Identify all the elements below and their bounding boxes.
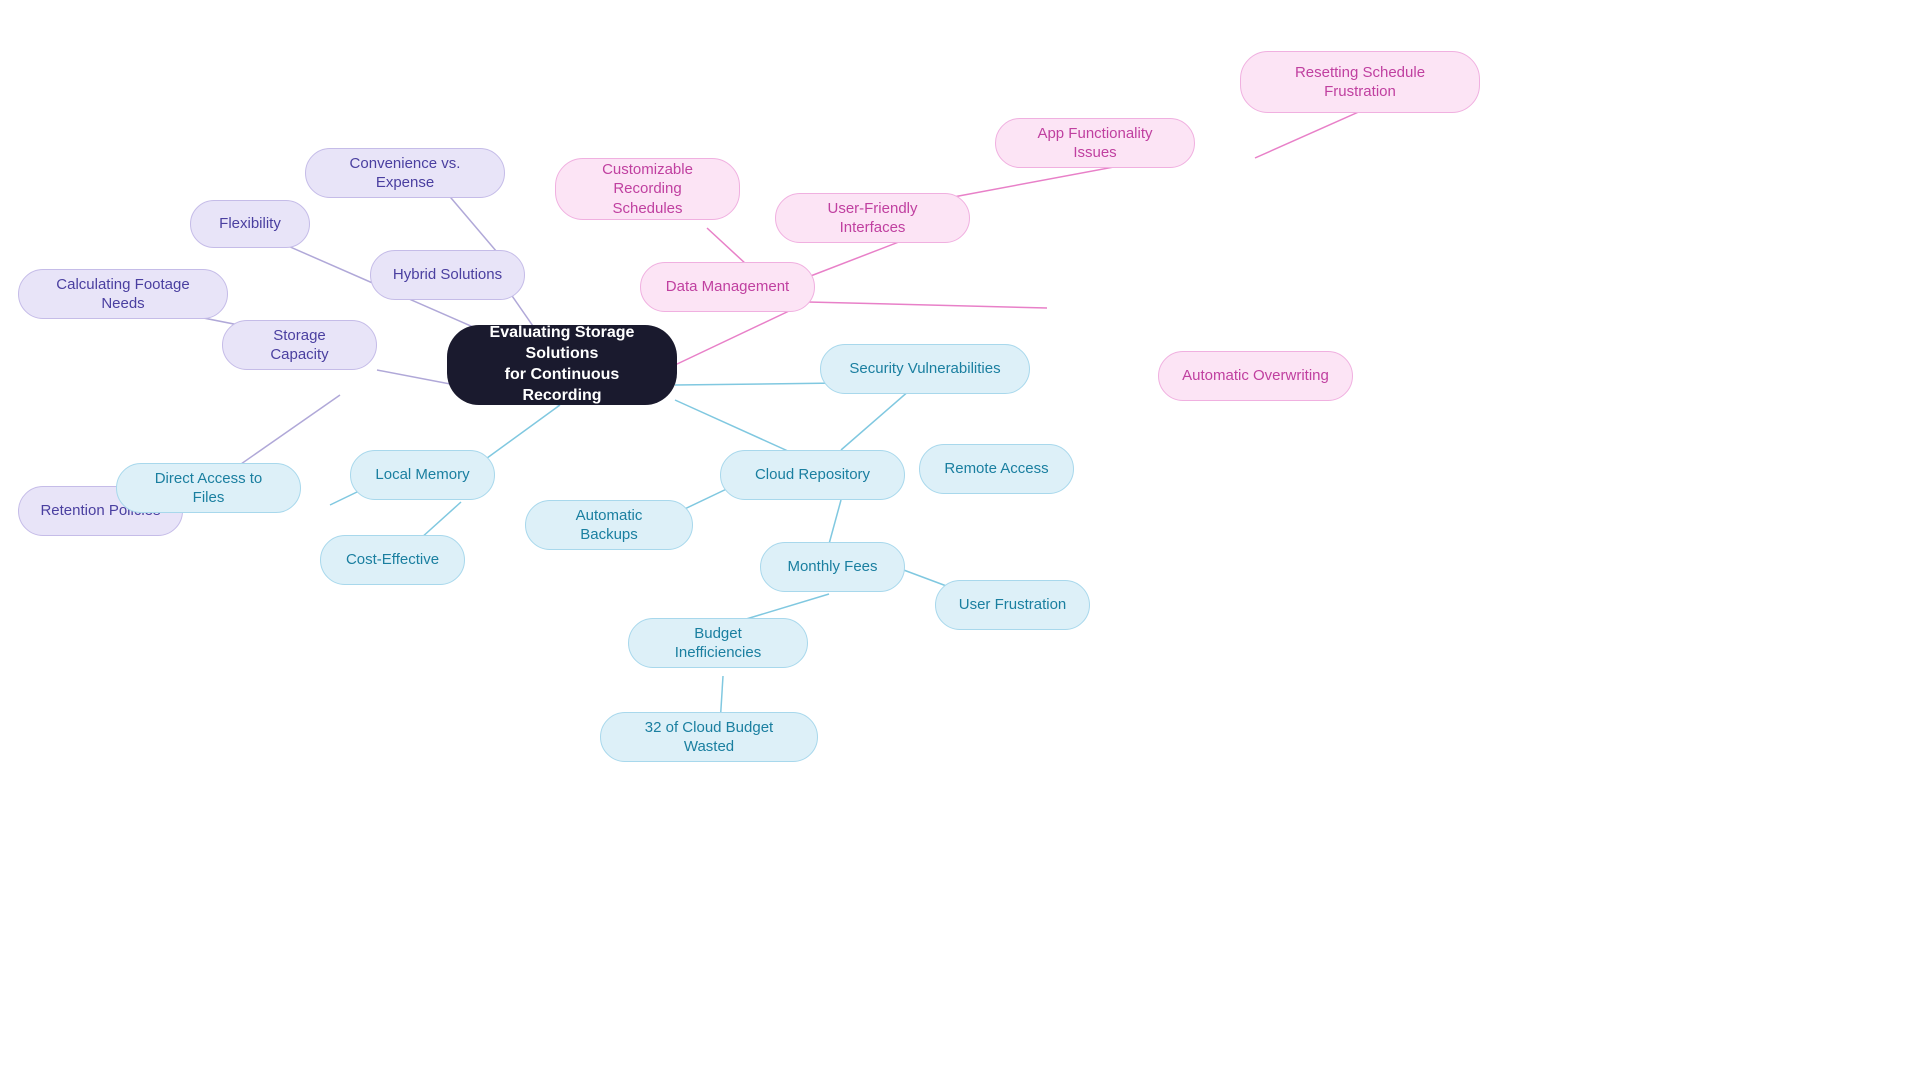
data-management-node: Data Management (640, 262, 815, 312)
flexibility-node: Flexibility (190, 200, 310, 248)
storage-capacity-node: Storage Capacity (222, 320, 377, 370)
remote-access-node: Remote Access (919, 444, 1074, 494)
monthly-fees-node: Monthly Fees (760, 542, 905, 592)
center-node: Evaluating Storage Solutions for Continu… (447, 325, 677, 405)
customizable-schedules-node: Customizable Recording Schedules (555, 158, 740, 220)
cost-effective-node: Cost-Effective (320, 535, 465, 585)
calculating-footage-node: Calculating Footage Needs (18, 269, 228, 319)
budget-inefficiencies-node: Budget Inefficiencies (628, 618, 808, 668)
automatic-backups-node: Automatic Backups (525, 500, 693, 550)
user-friendly-node: User-Friendly Interfaces (775, 193, 970, 243)
local-memory-node: Local Memory (350, 450, 495, 500)
security-vulnerabilities-node: Security Vulnerabilities (820, 344, 1030, 394)
app-functionality-node: App Functionality Issues (995, 118, 1195, 168)
cloud-repository-node: Cloud Repository (720, 450, 905, 500)
automatic-overwriting-node: Automatic Overwriting (1158, 351, 1353, 401)
hybrid-solutions-node: Hybrid Solutions (370, 250, 525, 300)
direct-access-node: Direct Access to Files (116, 463, 301, 513)
resetting-schedule-node: Resetting Schedule Frustration (1240, 51, 1480, 113)
convenience-expense-node: Convenience vs. Expense (305, 148, 505, 198)
cloud-budget-wasted-node: 32 of Cloud Budget Wasted (600, 712, 818, 762)
user-frustration-node: User Frustration (935, 580, 1090, 630)
